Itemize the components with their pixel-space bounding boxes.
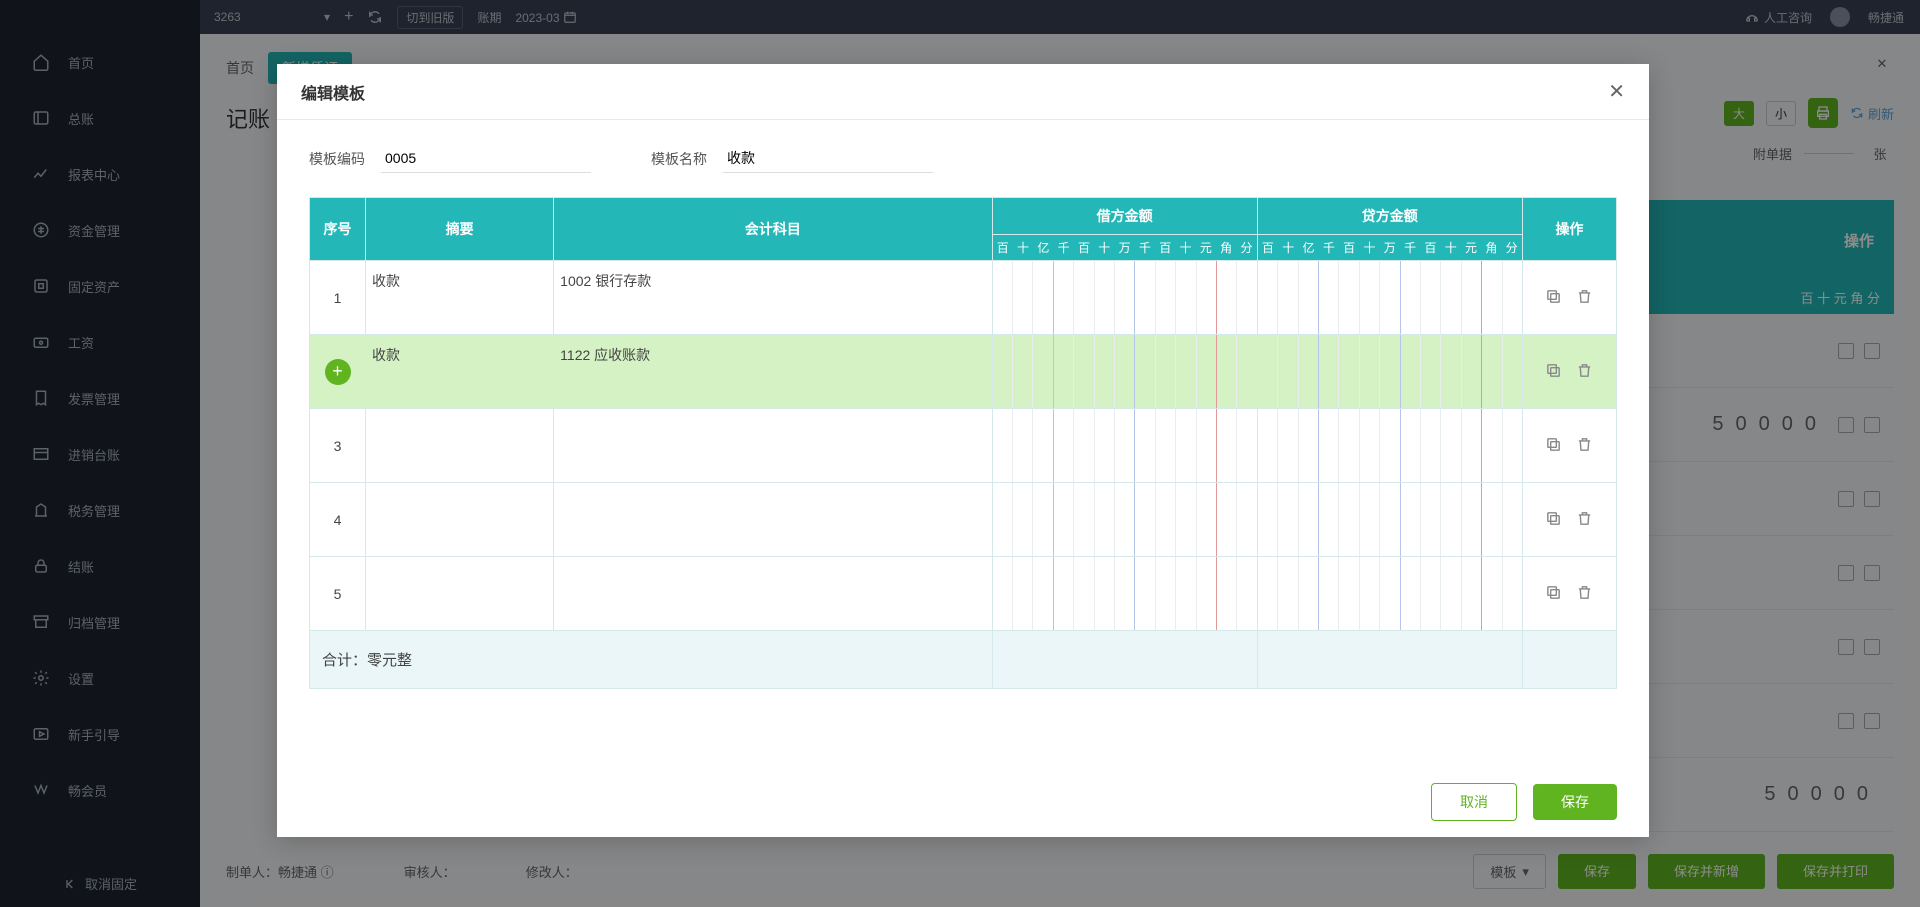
row-credit[interactable] (1257, 261, 1522, 335)
row-debit[interactable] (992, 261, 1257, 335)
row-index: 3 (310, 409, 366, 483)
row-ops (1522, 483, 1616, 557)
row-subject[interactable] (554, 409, 992, 483)
row-credit[interactable] (1257, 409, 1522, 483)
copy-icon[interactable] (1545, 362, 1562, 379)
total-credit (1257, 631, 1522, 689)
row-index: 5 (310, 557, 366, 631)
row-summary[interactable] (366, 483, 554, 557)
row-subject[interactable] (554, 483, 992, 557)
cancel-button[interactable]: 取消 (1431, 783, 1517, 821)
row-credit[interactable] (1257, 557, 1522, 631)
template-name-input[interactable] (723, 144, 933, 173)
col-subject: 会计科目 (554, 198, 992, 261)
row-ops (1522, 557, 1616, 631)
trash-icon[interactable] (1576, 584, 1593, 601)
row-index: + (310, 335, 366, 409)
row-debit[interactable] (992, 409, 1257, 483)
copy-icon[interactable] (1545, 288, 1562, 305)
template-code-label: 模板编码 (309, 149, 365, 169)
modal-title: 编辑模板 (301, 80, 365, 104)
row-ops (1522, 335, 1616, 409)
row-subject[interactable] (554, 557, 992, 631)
digit-header-debit: 百十亿千百十万千百十元角分 (992, 235, 1257, 261)
template-name-label: 模板名称 (651, 149, 707, 169)
row-subject[interactable]: 1002 银行存款 (554, 261, 992, 335)
row-subject[interactable]: 1122 应收账款 (554, 335, 992, 409)
template-table: 序号 摘要 会计科目 借方金额 贷方金额 操作 百十亿千百十万千百十元角分 百十… (309, 197, 1617, 689)
table-row[interactable]: 3 (310, 409, 1617, 483)
digit-header-credit: 百十亿千百十万千百十元角分 (1257, 235, 1522, 261)
row-debit[interactable] (992, 557, 1257, 631)
row-debit[interactable] (992, 335, 1257, 409)
row-summary[interactable]: 收款 (366, 261, 554, 335)
copy-icon[interactable] (1545, 510, 1562, 527)
row-credit[interactable] (1257, 335, 1522, 409)
row-ops (1522, 409, 1616, 483)
edit-template-modal: 编辑模板 ✕ 模板编码 模板名称 序号 摘要 会计科目 (277, 64, 1649, 837)
col-ops: 操作 (1522, 198, 1616, 261)
total-ops (1522, 631, 1616, 689)
row-index: 4 (310, 483, 366, 557)
row-index: 1 (310, 261, 366, 335)
copy-icon[interactable] (1545, 436, 1562, 453)
save-button[interactable]: 保存 (1533, 784, 1617, 820)
trash-icon[interactable] (1576, 510, 1593, 527)
row-debit[interactable] (992, 483, 1257, 557)
row-ops (1522, 261, 1616, 335)
table-row[interactable]: + 收款 1122 应收账款 (310, 335, 1617, 409)
copy-icon[interactable] (1545, 584, 1562, 601)
col-index: 序号 (310, 198, 366, 261)
trash-icon[interactable] (1576, 436, 1593, 453)
add-row-button[interactable]: + (325, 359, 351, 385)
total-debit (992, 631, 1257, 689)
col-credit: 贷方金额 (1257, 198, 1522, 235)
col-summary: 摘要 (366, 198, 554, 261)
col-debit: 借方金额 (992, 198, 1257, 235)
table-row[interactable]: 1 收款 1002 银行存款 (310, 261, 1617, 335)
table-row[interactable]: 5 (310, 557, 1617, 631)
row-summary[interactable] (366, 557, 554, 631)
row-summary[interactable] (366, 409, 554, 483)
modal-close-button[interactable]: ✕ (1608, 79, 1625, 104)
row-summary[interactable]: 收款 (366, 335, 554, 409)
trash-icon[interactable] (1576, 362, 1593, 379)
table-row[interactable]: 4 (310, 483, 1617, 557)
total-cell: 合计：零元整 (310, 631, 993, 689)
template-code-input[interactable] (381, 144, 591, 173)
trash-icon[interactable] (1576, 288, 1593, 305)
row-credit[interactable] (1257, 483, 1522, 557)
